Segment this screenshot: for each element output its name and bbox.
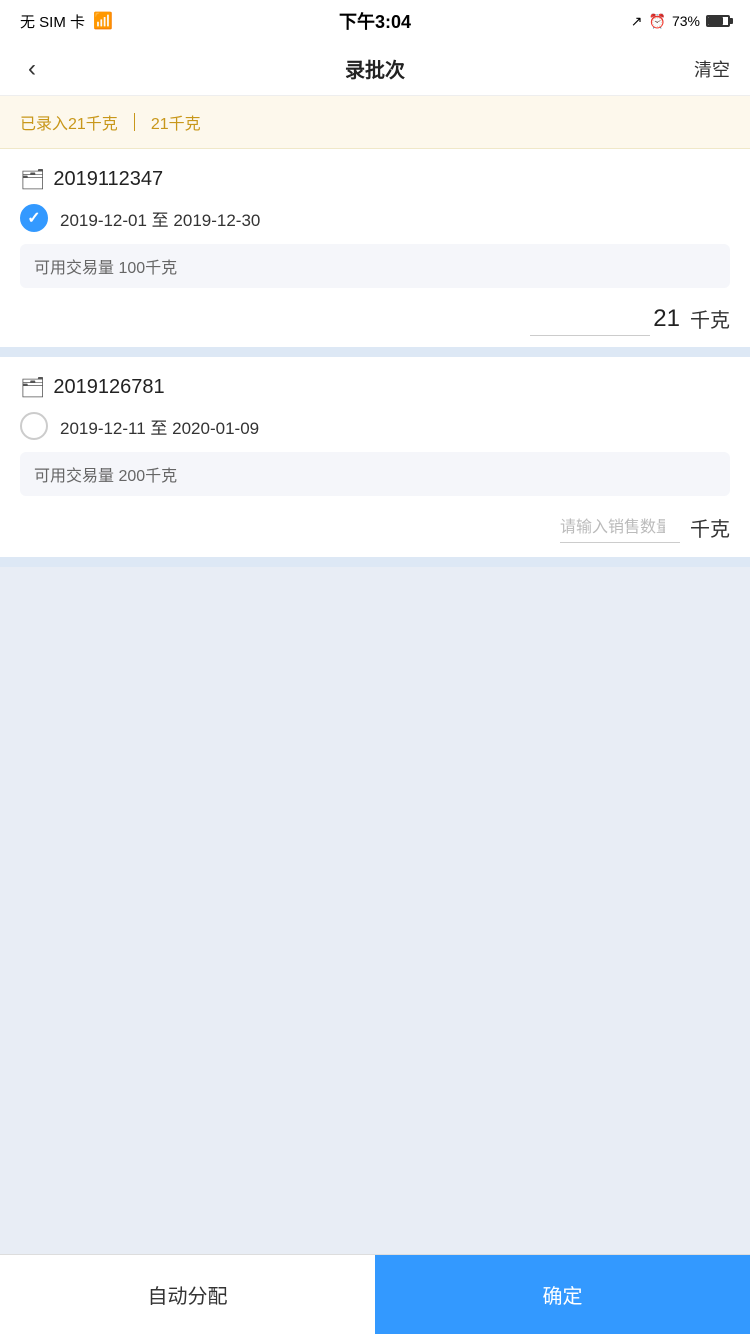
- batch-1-available: 可用交易量 100千克: [20, 244, 730, 288]
- nav-bar: ‹ 录批次 清空: [0, 42, 750, 96]
- batch-2-input-row: 千克: [0, 496, 750, 557]
- batch-2-radio[interactable]: [20, 412, 48, 440]
- batch-item-2: 🗂 2019126781 2019-12-11 至 2020-01-09 可用交…: [0, 357, 750, 557]
- batch-item-1: 🗂 2019112347 2019-12-01 至 2019-12-30 可用交…: [0, 149, 750, 347]
- page-title: 录批次: [345, 54, 405, 83]
- empty-area: [0, 567, 750, 1334]
- batch-1-radio[interactable]: [20, 204, 48, 232]
- batch-1-icon: 🗂: [20, 167, 45, 192]
- batch-1-date-row: 2019-12-01 至 2019-12-30: [0, 198, 750, 244]
- batch-2-quantity-input[interactable]: [560, 512, 680, 543]
- section-divider-1: [0, 347, 750, 357]
- clear-button[interactable]: 清空: [694, 56, 730, 82]
- batch-2-unit: 千克: [690, 513, 730, 542]
- confirm-button[interactable]: 确定: [375, 1255, 750, 1334]
- battery-icon: [706, 15, 730, 27]
- recorded-amount-label: 已录入21千克: [20, 110, 118, 134]
- auto-distribute-button[interactable]: 自动分配: [0, 1255, 375, 1334]
- batch-1-unit: 千克: [690, 304, 730, 333]
- batch-1-date: 2019-12-01 至 2019-12-30: [60, 206, 260, 231]
- batch-2-date-row: 2019-12-11 至 2020-01-09: [0, 406, 750, 452]
- alarm-icon: ⏰: [649, 13, 666, 30]
- batch-1-input-row: 21 千克: [0, 288, 750, 347]
- banner-divider: [134, 113, 135, 131]
- status-right: ↗ ⏰ 73%: [631, 13, 730, 30]
- batch-1-value: 21: [653, 305, 680, 333]
- status-time: 下午3:04: [339, 8, 411, 34]
- batch-2-icon: 🗂: [20, 375, 45, 400]
- section-divider-2: [0, 557, 750, 567]
- location-icon: ↗: [631, 13, 643, 30]
- batch-2-id: 2019126781: [53, 376, 164, 399]
- batch-2-date: 2019-12-11 至 2020-01-09: [60, 414, 259, 439]
- back-button[interactable]: ‹: [20, 51, 44, 87]
- info-banner: 已录入21千克 21千克: [0, 96, 750, 149]
- wifi-icon: 📶: [93, 11, 113, 31]
- batch-2-header: 🗂 2019126781: [0, 357, 750, 406]
- batch-1-header: 🗂 2019112347: [0, 149, 750, 198]
- batch-2-available: 可用交易量 200千克: [20, 452, 730, 496]
- sim-text: 无 SIM 卡: [20, 11, 85, 32]
- recorded-amount-value: 21千克: [151, 110, 201, 134]
- status-bar: 无 SIM 卡 📶 下午3:04 ↗ ⏰ 73%: [0, 0, 750, 42]
- battery-percent: 73%: [672, 13, 700, 29]
- status-left: 无 SIM 卡 📶: [20, 11, 113, 32]
- bottom-bar: 自动分配 确定: [0, 1254, 750, 1334]
- batch-1-id: 2019112347: [53, 168, 163, 191]
